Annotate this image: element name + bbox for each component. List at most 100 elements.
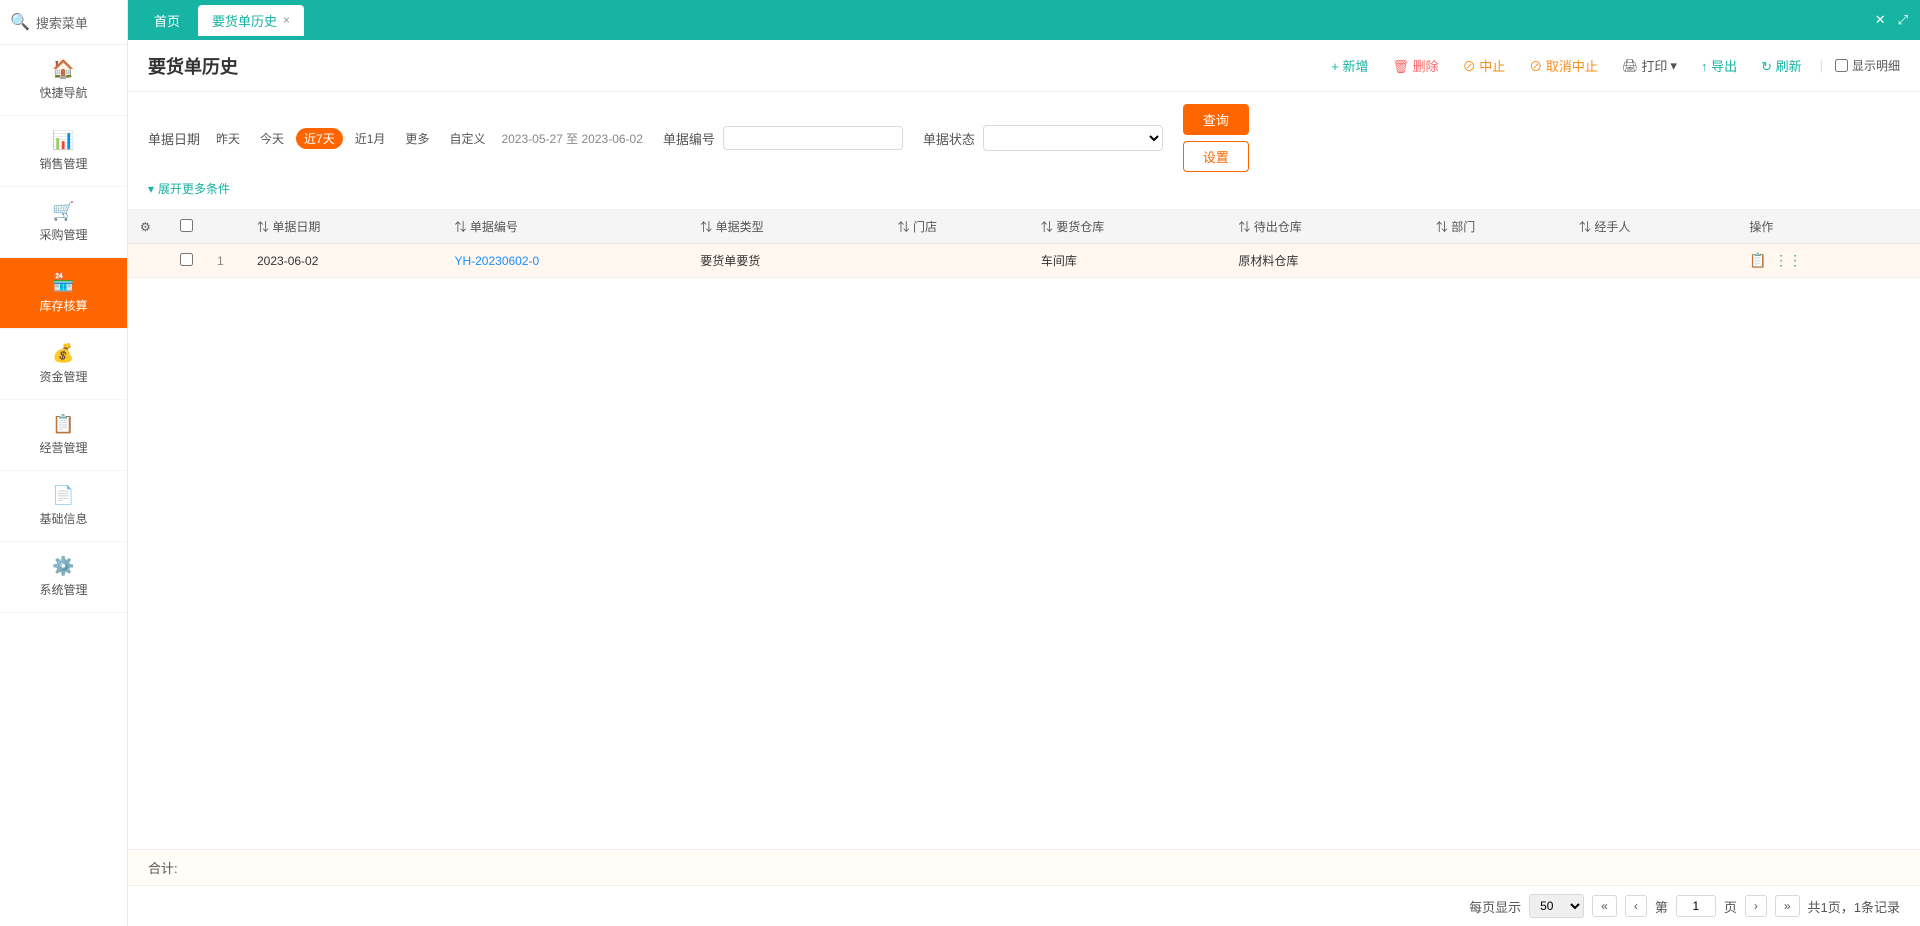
cell-pending-warehouse: 原材料仓库 — [1226, 244, 1423, 278]
ops-more-btn[interactable]: ⋮⋮ — [1774, 252, 1802, 268]
col-pending-warehouse-sort-icon: ⇅ — [1238, 220, 1250, 234]
sidebar-item-system[interactable]: ⚙️ 系统管理 — [0, 542, 127, 613]
date-range-display: 2023-05-27 至 2023-06-02 — [501, 130, 642, 147]
toolbar: + 新增 🗑 删除 ⊘ 中止 ⊘ 取消中止 🖨 打印 ▾ ↑ 导出 ↻ 刷新 |… — [1325, 52, 1900, 79]
sidebar-item-operation[interactable]: 📋 经营管理 — [0, 400, 127, 471]
settings-button[interactable]: 设置 — [1183, 141, 1249, 172]
stop-button[interactable]: ⊘ 中止 — [1457, 52, 1512, 79]
new-button[interactable]: + 新增 — [1325, 52, 1374, 79]
page-header: 要货单历史 + 新增 🗑 删除 ⊘ 中止 ⊘ 取消中止 🖨 打印 ▾ ↑ 导出 … — [128, 40, 1920, 92]
cell-ops: 📋 ⋮⋮ — [1737, 244, 1920, 278]
col-pending-warehouse[interactable]: ⇅ 待出仓库 — [1226, 210, 1423, 244]
col-req-warehouse[interactable]: ⇅ 要货仓库 — [1029, 210, 1226, 244]
pagination: 每页显示 20 50 100 « ‹ 第 页 › » 共1页，1条记录 — [128, 885, 1920, 926]
page-size-label: 每页显示 — [1469, 897, 1521, 916]
col-doc-date-sort-icon: ⇅ — [257, 220, 269, 234]
col-checkbox — [168, 210, 205, 244]
col-settings[interactable]: ⚙ — [128, 210, 168, 244]
topbar: 首页 要货单历史 × ✕ ⤢ — [128, 0, 1920, 40]
refresh-button[interactable]: ↻ 刷新 — [1755, 52, 1808, 79]
col-department-label: 部门 — [1451, 220, 1475, 234]
first-page-button[interactable]: « — [1592, 895, 1617, 917]
data-table: ⚙ ⇅ 单据日期 ⇅ 单据编号 ⇅ 单据类型 — [128, 210, 1920, 278]
page-number-input[interactable] — [1676, 895, 1716, 917]
sidebar-item-inventory[interactable]: 🏪 库存核算 — [0, 258, 127, 329]
date-btn-last7days[interactable]: 近7天 — [296, 128, 343, 149]
tab-home[interactable]: 首页 — [140, 5, 194, 36]
close-window-icon[interactable]: ✕ — [1875, 12, 1886, 28]
total-info: 共1页，1条记录 — [1808, 897, 1900, 916]
page-first-label: 第 — [1655, 897, 1668, 916]
expand-more-icon: ▾ — [148, 182, 154, 196]
sidebar-item-basic[interactable]: 📄 基础信息 — [0, 471, 127, 542]
col-doc-date-label: 单据日期 — [272, 220, 320, 234]
date-btn-today[interactable]: 今天 — [252, 128, 292, 149]
sidebar-item-sales[interactable]: 📊 销售管理 — [0, 116, 127, 187]
show-detail-checkbox[interactable] — [1835, 59, 1848, 72]
cell-handler — [1567, 244, 1737, 278]
last-page-button[interactable]: » — [1775, 895, 1800, 917]
print-label: 打印 — [1641, 56, 1667, 75]
col-num — [205, 210, 245, 244]
sidebar-item-quick-nav[interactable]: 🏠 快捷导航 — [0, 45, 127, 116]
prev-page-button[interactable]: ‹ — [1625, 895, 1647, 917]
total-label: 合计: — [148, 858, 178, 877]
doc-number-input[interactable] — [723, 126, 903, 150]
date-btn-last-month[interactable]: 近1月 — [347, 128, 394, 149]
sidebar-item-purchase[interactable]: 🛒 采购管理 — [0, 187, 127, 258]
cell-doc-no[interactable]: YH-20230602-0 — [442, 244, 688, 278]
col-department[interactable]: ⇅ 部门 — [1424, 210, 1567, 244]
col-doc-type[interactable]: ⇅ 单据类型 — [688, 210, 885, 244]
sidebar-item-finance[interactable]: 💰 资金管理 — [0, 329, 127, 400]
inventory-icon: 🏪 — [52, 272, 74, 293]
select-all-checkbox[interactable] — [180, 219, 193, 232]
expand-more-label: 展开更多条件 — [158, 180, 230, 197]
date-btn-yesterday[interactable]: 昨天 — [208, 128, 248, 149]
sidebar-item-label: 系统管理 — [39, 581, 87, 598]
cell-settings — [128, 244, 168, 278]
sales-icon: 📊 — [52, 130, 74, 151]
cell-num: 1 — [205, 244, 245, 278]
cell-department — [1424, 244, 1567, 278]
doc-status-select[interactable] — [983, 125, 1163, 151]
sidebar: 🔍 搜索菜单 🏠 快捷导航 📊 销售管理 🛒 采购管理 🏪 库存核算 💰 资金管… — [0, 0, 128, 926]
basic-icon: 📄 — [52, 485, 74, 506]
page-size-select[interactable]: 20 50 100 — [1529, 894, 1584, 918]
sidebar-search[interactable]: 🔍 搜索菜单 — [0, 0, 127, 45]
col-store[interactable]: ⇅ 门店 — [886, 210, 1029, 244]
table-header: ⚙ ⇅ 单据日期 ⇅ 单据编号 ⇅ 单据类型 — [128, 210, 1920, 244]
main-content: 首页 要货单历史 × ✕ ⤢ 要货单历史 + 新增 🗑 删除 ⊘ 中止 ⊘ 取消… — [128, 0, 1920, 926]
date-btn-custom[interactable]: 自定义 — [441, 128, 493, 149]
system-icon: ⚙️ — [52, 556, 74, 577]
query-button[interactable]: 查询 — [1183, 104, 1249, 135]
export-button[interactable]: ↑ 导出 — [1695, 52, 1743, 79]
ops-view-btn[interactable]: 📋 — [1749, 252, 1766, 268]
cell-store — [886, 244, 1029, 278]
print-button[interactable]: 🖨 打印 ▾ — [1616, 52, 1683, 79]
col-handler-label: 经手人 — [1594, 220, 1630, 234]
filter-area: 单据日期 昨天 今天 近7天 近1月 更多 自定义 2023-05-27 至 2… — [128, 92, 1920, 210]
table-area: ⚙ ⇅ 单据日期 ⇅ 单据编号 ⇅ 单据类型 — [128, 210, 1920, 849]
col-doc-date[interactable]: ⇅ 单据日期 — [245, 210, 442, 244]
cell-checkbox — [168, 244, 205, 278]
date-btn-more[interactable]: 更多 — [397, 128, 437, 149]
tab-close-icon[interactable]: × — [283, 13, 290, 27]
home-icon: 🏠 — [52, 59, 74, 80]
row-checkbox[interactable] — [180, 253, 193, 266]
col-handler[interactable]: ⇅ 经手人 — [1567, 210, 1737, 244]
date-shortcuts: 昨天 今天 近7天 近1月 更多 自定义 — [208, 128, 493, 149]
next-page-button[interactable]: › — [1745, 895, 1767, 917]
doc-status-filter-group: 单据状态 — [923, 125, 1163, 151]
tab-history[interactable]: 要货单历史 × — [198, 5, 304, 36]
resize-window-icon[interactable]: ⤢ — [1898, 12, 1908, 28]
col-req-warehouse-sort-icon: ⇅ — [1041, 220, 1053, 234]
cell-doc-date: 2023-06-02 — [245, 244, 442, 278]
expand-more[interactable]: ▾ 展开更多条件 — [148, 180, 1900, 197]
cancel-stop-button[interactable]: ⊘ 取消中止 — [1523, 52, 1604, 79]
delete-button[interactable]: 🗑 删除 — [1387, 52, 1445, 79]
show-detail-toggle[interactable]: 显示明细 — [1835, 57, 1900, 74]
print-dropdown-icon[interactable]: ▾ — [1670, 58, 1677, 74]
col-doc-no[interactable]: ⇅ 单据编号 — [442, 210, 688, 244]
date-filter-group: 单据日期 昨天 今天 近7天 近1月 更多 自定义 2023-05-27 至 2… — [148, 128, 643, 149]
doc-no-link[interactable]: YH-20230602-0 — [454, 254, 539, 268]
